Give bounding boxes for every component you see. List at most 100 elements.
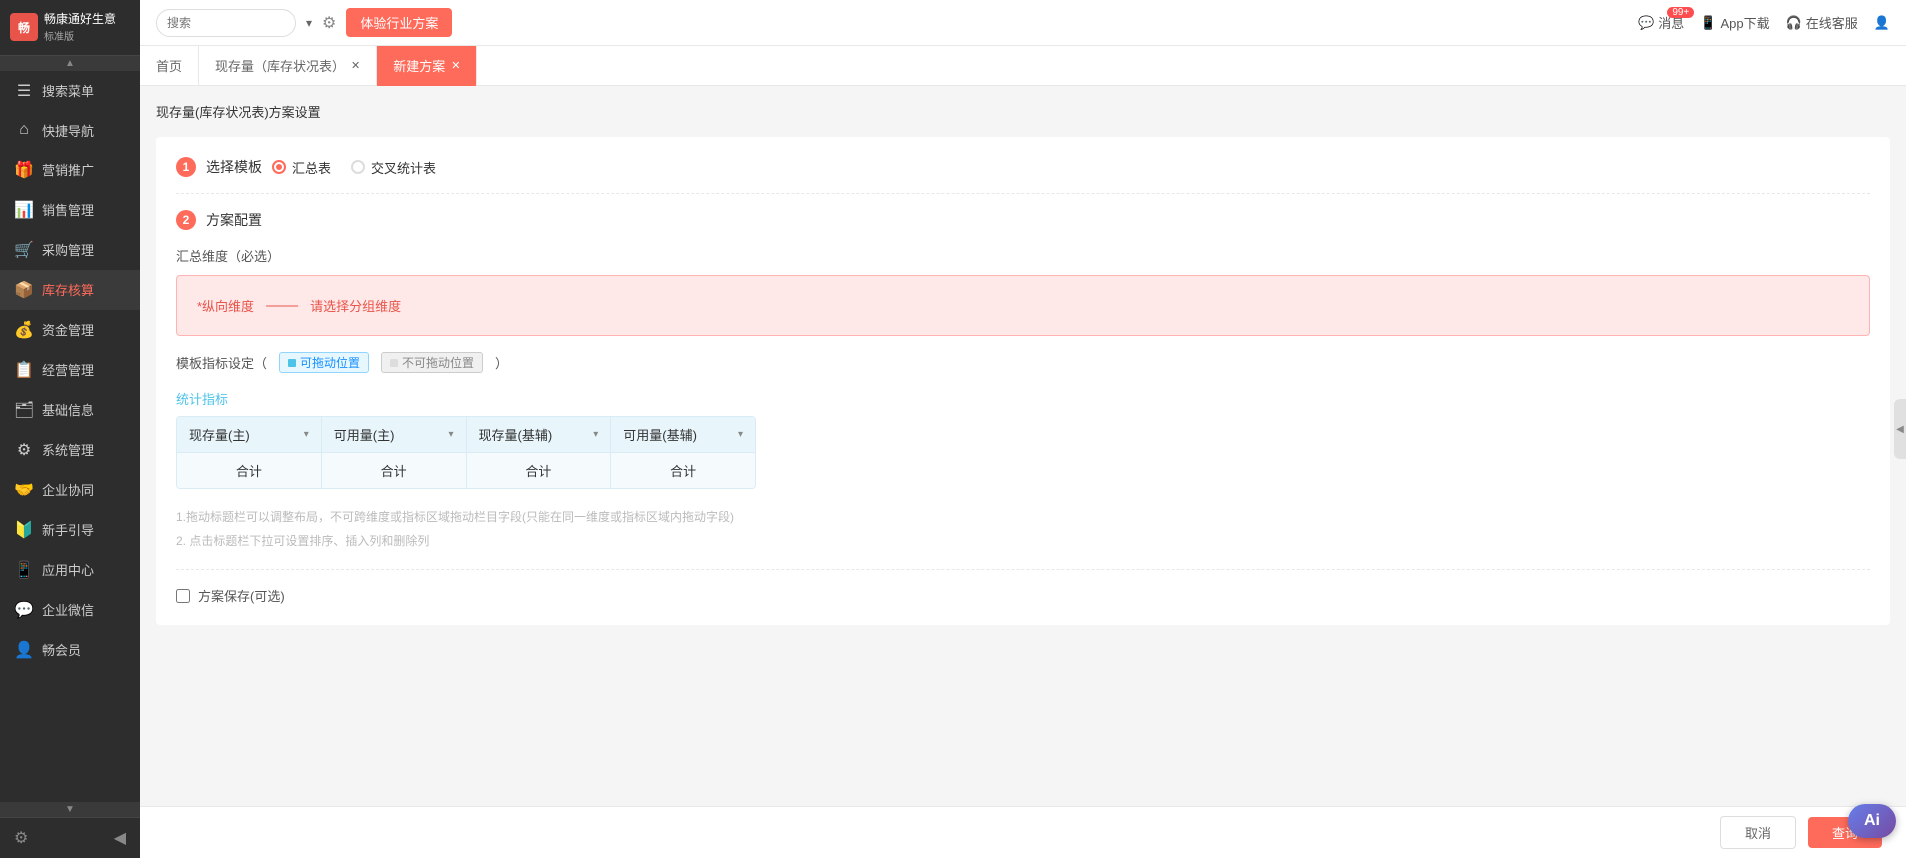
basic-info-icon: 🗂 xyxy=(14,400,34,420)
template-radio-group: 汇总表 交叉统计表 xyxy=(272,158,436,177)
sidebar-item-finance[interactable]: 💰 资金管理 xyxy=(0,310,140,350)
dimension-area[interactable]: *纵向维度 —— 请选择分组维度 xyxy=(176,275,1870,336)
tab-home[interactable]: 首页 xyxy=(140,46,199,86)
logo-icon: 畅 xyxy=(10,13,38,41)
chevron-down-icon-1[interactable]: ▾ xyxy=(448,429,453,440)
search-menu-icon: ☰ xyxy=(14,81,34,101)
stats-header-cell-0[interactable]: 现存量(主) ▾ xyxy=(177,417,322,452)
tab-inventory-label: 现存量（库存状况表） xyxy=(215,56,345,75)
sidebar-nav: ☰ 搜索菜单 ⌂ 快捷导航 🎁 营销推广 📊 销售管理 🛒 采购管理 📦 库存核… xyxy=(0,71,140,802)
topbar-messages[interactable]: 💬 消息 99+ xyxy=(1638,13,1684,32)
radio-summary[interactable]: 汇总表 xyxy=(272,158,331,177)
sidebar-item-label: 系统管理 xyxy=(42,440,94,459)
collapse-sidebar-icon[interactable]: ◀ xyxy=(114,828,126,848)
stats-cell-0-3: 合计 xyxy=(611,453,755,488)
page-content: 现存量(库存状况表)方案设置 1 选择模板 汇总表 交叉统计表 xyxy=(140,86,1906,806)
chevron-down-icon-3[interactable]: ▾ xyxy=(738,429,743,440)
sidebar-item-label: 经营管理 xyxy=(42,360,94,379)
message-icon: 💬 xyxy=(1638,15,1654,31)
sidebar-item-operations[interactable]: 📋 经营管理 xyxy=(0,350,140,390)
stats-cell-0-2: 合计 xyxy=(467,453,612,488)
marketing-icon: 🎁 xyxy=(14,160,34,180)
tab-new-scheme[interactable]: 新建方案 ✕ xyxy=(377,46,477,86)
stats-header-cell-2[interactable]: 现存量(基辅) ▾ xyxy=(467,417,612,452)
indicator-setting: 模板指标设定（ 可拖动位置 不可拖动位置 ） xyxy=(176,352,1870,373)
sidebar-item-basic-info[interactable]: 🗂 基础信息 xyxy=(0,390,140,430)
nodrag-badge: 不可拖动位置 xyxy=(381,352,483,373)
topbar-app-download[interactable]: 📱 App下载 xyxy=(1700,13,1769,32)
draggable-badge: 可拖动位置 xyxy=(279,352,369,373)
sidebar-scroll-down[interactable]: ▼ xyxy=(0,802,140,817)
user-avatar: 👤 xyxy=(1874,15,1890,30)
sidebar-item-sales[interactable]: 📊 销售管理 xyxy=(0,190,140,230)
sidebar-item-purchase[interactable]: 🛒 采购管理 xyxy=(0,230,140,270)
sidebar-item-label: 企业微信 xyxy=(42,600,94,619)
sidebar-scroll-up[interactable]: ▲ xyxy=(0,56,140,71)
inventory-icon: 📦 xyxy=(14,280,34,300)
stats-table: 现存量(主) ▾ 可用量(主) ▾ 现存量(基辅) ▾ xyxy=(176,416,756,489)
settings-card: 1 选择模板 汇总表 交叉统计表 2 方案配置 xyxy=(156,137,1890,625)
topbar-gear-icon[interactable]: ⚙ xyxy=(322,13,336,33)
tab-new-scheme-close-icon[interactable]: ✕ xyxy=(451,59,460,72)
tips-item1: 1.拖动标题栏可以调整布局，不可跨维度或指标区域拖动栏目字段(只能在同一维度或指… xyxy=(176,505,1870,529)
stats-section: 统计指标 现存量(主) ▾ 可用量(主) ▾ xyxy=(176,389,1870,489)
right-expand-handle[interactable]: ◀ xyxy=(1894,399,1906,459)
header-label-3: 可用量(基辅) xyxy=(623,425,697,444)
stats-header-cell-1[interactable]: 可用量(主) ▾ xyxy=(322,417,467,452)
cooperation-icon: 🤝 xyxy=(14,480,34,500)
sidebar-item-search-menu[interactable]: ☰ 搜索菜单 xyxy=(0,71,140,111)
ai-fab-button[interactable]: Ai xyxy=(1848,804,1896,838)
sidebar-item-quick-nav[interactable]: ⌂ 快捷导航 xyxy=(0,111,140,150)
member-icon: 👤 xyxy=(14,640,34,660)
dimension-placeholder[interactable]: 请选择分组维度 xyxy=(310,296,401,315)
settings-icon[interactable]: ⚙ xyxy=(14,828,28,848)
tab-inventory-status[interactable]: 现存量（库存状况表） ✕ xyxy=(199,46,377,86)
dimension-divider: —— xyxy=(266,297,298,315)
tips-section: 1.拖动标题栏可以调整布局，不可跨维度或指标区域拖动栏目字段(只能在同一维度或指… xyxy=(176,505,1870,553)
finance-icon: 💰 xyxy=(14,320,34,340)
sidebar-item-wechat[interactable]: 💬 企业微信 xyxy=(0,590,140,630)
chevron-down-icon-2[interactable]: ▾ xyxy=(593,429,598,440)
online-service-label: 在线客服 xyxy=(1806,13,1858,32)
step2-header: 2 方案配置 xyxy=(176,210,1870,230)
radio-cross[interactable]: 交叉统计表 xyxy=(351,158,436,177)
sidebar-item-label: 新手引导 xyxy=(42,520,94,539)
stats-data-row-0: 合计 合计 合计 合计 xyxy=(177,452,755,488)
save-checkbox[interactable] xyxy=(176,589,190,603)
indicator-setting-suffix: ） xyxy=(495,353,508,372)
config-section: 汇总维度（必选） *纵向维度 —— 请选择分组维度 模板指标设定（ 可拖动位置 … xyxy=(176,246,1870,553)
sidebar-item-member[interactable]: 👤 畅会员 xyxy=(0,630,140,670)
main-area: ▾ ⚙ 体验行业方案 💬 消息 99+ 📱 App下载 🎧 在线客服 👤 xyxy=(140,0,1906,858)
stats-header-row: 现存量(主) ▾ 可用量(主) ▾ 现存量(基辅) ▾ xyxy=(177,417,755,452)
tab-inventory-close-icon[interactable]: ✕ xyxy=(351,59,360,72)
dimension-field-label: 汇总维度（必选） xyxy=(176,246,1870,265)
drag-indicator-icon xyxy=(288,359,296,367)
indicator-setting-label: 模板指标设定（ xyxy=(176,353,267,372)
sidebar-item-inventory[interactable]: 📦 库存核算 xyxy=(0,270,140,310)
save-label: 方案保存(可选) xyxy=(198,586,285,605)
sidebar: 畅 畅康通好生意 标准版 ▲ ☰ 搜索菜单 ⌂ 快捷导航 🎁 营销推广 📊 销售… xyxy=(0,0,140,858)
topbar-user[interactable]: 👤 xyxy=(1874,15,1890,31)
nodrag-label: 不可拖动位置 xyxy=(402,354,474,371)
trial-button[interactable]: 体验行业方案 xyxy=(346,8,452,37)
sidebar-item-app-center[interactable]: 📱 应用中心 xyxy=(0,550,140,590)
topbar-dropdown-icon[interactable]: ▾ xyxy=(306,16,312,30)
sidebar-item-label: 采购管理 xyxy=(42,240,94,259)
sidebar-item-label: 销售管理 xyxy=(42,200,94,219)
sidebar-item-label: 畅会员 xyxy=(42,640,81,659)
sidebar-item-label: 库存核算 xyxy=(42,280,94,299)
sidebar-item-label: 营销推广 xyxy=(42,160,94,179)
stats-title: 统计指标 xyxy=(176,389,1870,408)
sidebar-item-new-guide[interactable]: 🔰 新手引导 xyxy=(0,510,140,550)
topbar-online-service[interactable]: 🎧 在线客服 xyxy=(1786,13,1858,32)
sidebar-item-label: 快捷导航 xyxy=(42,121,94,140)
stats-header-cell-3[interactable]: 可用量(基辅) ▾ xyxy=(611,417,755,452)
cancel-button[interactable]: 取消 xyxy=(1720,816,1796,849)
sidebar-item-cooperation[interactable]: 🤝 企业协同 xyxy=(0,470,140,510)
step1-title: 选择模板 xyxy=(206,157,262,177)
sidebar-item-marketing[interactable]: 🎁 营销推广 xyxy=(0,150,140,190)
page-title: 现存量(库存状况表)方案设置 xyxy=(156,102,1890,121)
topbar-search-input[interactable] xyxy=(156,9,296,37)
chevron-down-icon-0[interactable]: ▾ xyxy=(304,429,309,440)
sidebar-item-system[interactable]: ⚙ 系统管理 xyxy=(0,430,140,470)
